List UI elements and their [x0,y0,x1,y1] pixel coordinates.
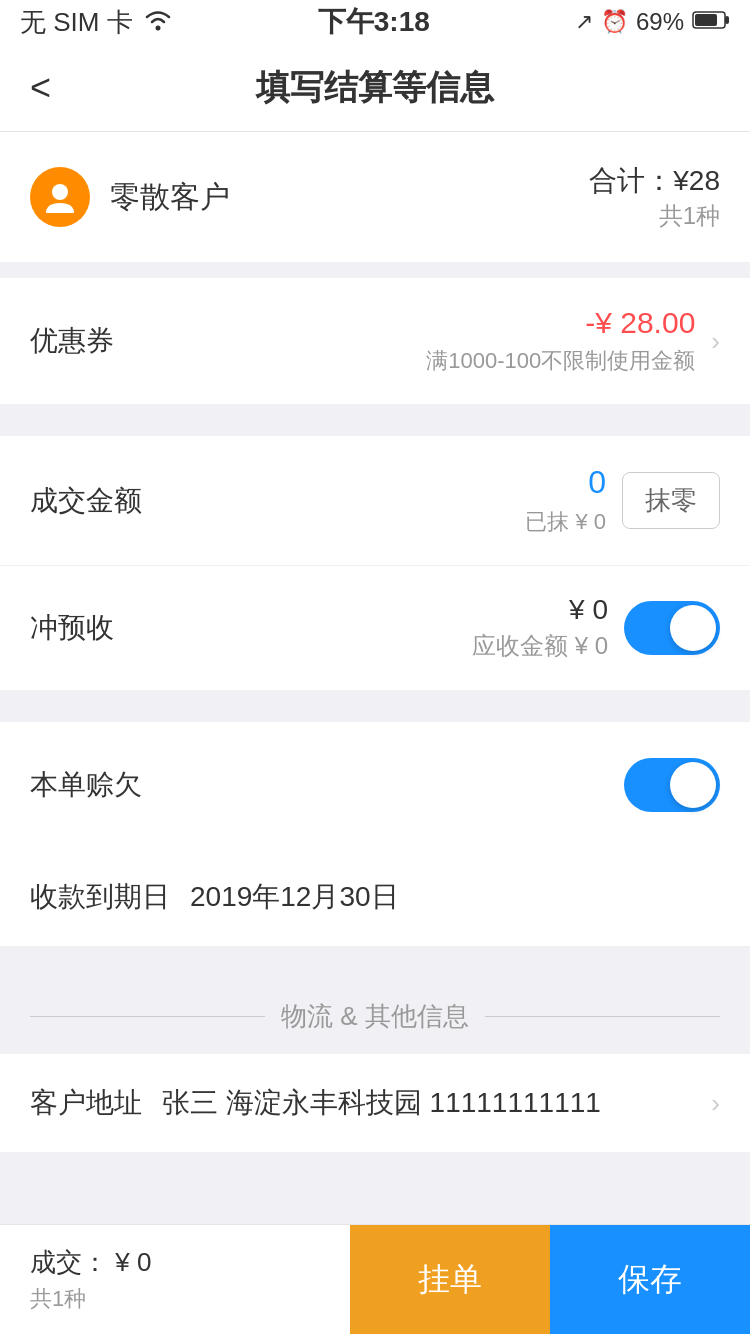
logistics-line-left [30,1016,265,1017]
customer-total-area: 合计：¥28 共1种 [589,162,720,232]
divider-2 [0,706,750,722]
prepaid-value: ¥ 0 [472,594,608,626]
coupon-discount: -¥ 28.00 [426,306,695,340]
bottom-deal-value: ¥ 0 [115,1247,151,1277]
battery-icon [692,8,730,36]
due-date-row: 收款到期日 2019年12月30日 [0,848,750,947]
address-row[interactable]: 客户地址 张三 海淀永丰科技园 11111111111 › [0,1054,750,1152]
coupon-desc: 满1000-100不限制使用金额 [426,346,695,376]
deal-prepaid-section: 成交金额 0 已抹 ¥ 0 抹零 冲预收 ¥ 0 应收金额 ¥ 0 [0,436,750,690]
divider-3 [0,963,750,979]
customer-row: 零散客户 合计：¥28 共1种 [0,132,750,262]
address-value: 张三 海淀永丰科技园 11111111111 [162,1084,711,1122]
nav-title: 填写结算等信息 [256,65,494,111]
address-chevron: › [711,1088,720,1119]
due-date-value[interactable]: 2019年12月30日 [190,878,399,916]
wifi-icon [143,7,173,38]
deal-amount-row: 成交金额 0 已抹 ¥ 0 抹零 [0,436,750,566]
deal-amount-right: 0 已抹 ¥ 0 抹零 [525,464,720,537]
customer-count: 共1种 [589,200,720,232]
address-section: 客户地址 张三 海淀永丰科技园 11111111111 › [0,1054,750,1152]
credit-row: 本单赊欠 [0,722,750,848]
logistics-line-right [485,1016,720,1017]
credit-toggle-knob [670,762,716,808]
credit-label: 本单赊欠 [30,766,142,804]
deal-amount-sub: 已抹 ¥ 0 [525,507,606,537]
customer-section: 零散客户 合计：¥28 共1种 [0,132,750,262]
logistics-header: 物流 & 其他信息 [0,979,750,1054]
divider-1 [0,420,750,436]
no-sim-text: 无 SIM 卡 [20,5,133,40]
customer-avatar [30,167,90,227]
due-date-label: 收款到期日 [30,878,170,916]
back-button[interactable]: < [30,67,51,109]
credit-section: 本单赊欠 收款到期日 2019年12月30日 [0,722,750,947]
bottom-deal-label: 成交： [30,1247,108,1277]
bottom-info: 成交： ¥ 0 共1种 [0,1245,350,1314]
bottom-count: 共1种 [30,1284,320,1314]
bottom-bar: 成交： ¥ 0 共1种 挂单 保存 [0,1224,750,1334]
coupon-row[interactable]: 优惠券 -¥ 28.00 满1000-100不限制使用金额 › [0,278,750,404]
coupon-right: -¥ 28.00 满1000-100不限制使用金额 › [426,306,720,376]
hold-button[interactable]: 挂单 [350,1225,550,1335]
round-zero-button[interactable]: 抹零 [622,472,720,529]
credit-toggle[interactable] [624,758,720,812]
logistics-label: 物流 & 其他信息 [281,999,469,1034]
customer-name: 零散客户 [110,177,230,218]
prepaid-toggle-knob [670,605,716,651]
customer-left: 零散客户 [30,167,230,227]
svg-point-4 [52,184,68,200]
svg-rect-3 [695,14,717,26]
nav-bar: < 填写结算等信息 [0,44,750,132]
customer-total: 合计：¥28 [589,162,720,200]
status-time: 下午3:18 [318,3,430,41]
location-icon: ↗ [575,9,593,35]
status-left: 无 SIM 卡 [20,5,173,40]
battery-text: 69% [636,8,684,36]
address-label: 客户地址 [30,1084,142,1122]
bottom-deal: 成交： ¥ 0 [30,1245,320,1280]
coupon-label: 优惠券 [30,322,114,360]
alarm-icon: ⏰ [601,9,628,35]
status-right: ↗ ⏰ 69% [575,8,730,36]
prepaid-row: 冲预收 ¥ 0 应收金额 ¥ 0 [0,566,750,690]
coupon-chevron: › [711,326,720,357]
prepaid-label: 冲预收 [30,609,114,647]
svg-rect-2 [725,16,729,24]
prepaid-toggle[interactable] [624,601,720,655]
status-bar: 无 SIM 卡 下午3:18 ↗ ⏰ 69% [0,0,750,44]
content: 零散客户 合计：¥28 共1种 优惠券 -¥ 28.00 满1000-100不限… [0,132,750,1334]
save-button[interactable]: 保存 [550,1225,750,1335]
deal-amount-value[interactable]: 0 [525,464,606,501]
prepaid-right: ¥ 0 应收金额 ¥ 0 [472,594,720,662]
coupon-section: 优惠券 -¥ 28.00 满1000-100不限制使用金额 › [0,278,750,404]
svg-point-0 [155,25,160,30]
deal-amount-label: 成交金额 [30,482,142,520]
credit-right [624,758,720,812]
prepaid-sub: 应收金额 ¥ 0 [472,630,608,662]
